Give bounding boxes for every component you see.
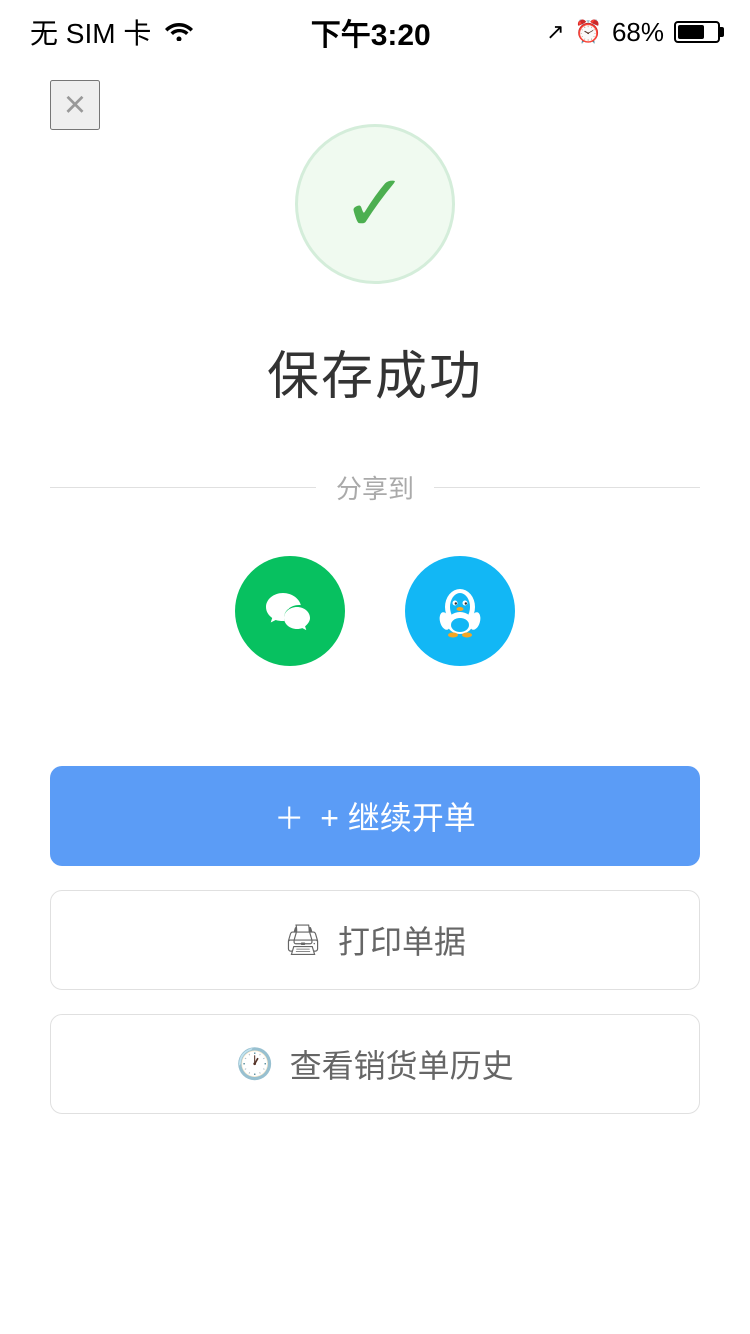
status-left: 无 SIM 卡	[30, 12, 195, 52]
share-qq-button[interactable]	[405, 556, 515, 666]
battery-icon	[674, 21, 720, 43]
success-circle: ✓	[295, 124, 455, 284]
wifi-icon	[163, 16, 195, 48]
continue-order-button[interactable]: ＋ + 继续开单	[50, 766, 700, 866]
qq-icon	[428, 579, 492, 643]
share-wechat-button[interactable]	[235, 556, 345, 666]
divider-left	[50, 487, 316, 488]
location-icon: ↗	[546, 19, 564, 45]
success-title: 保存成功	[267, 334, 483, 409]
battery-percent: 68%	[612, 17, 664, 48]
share-section: 分享到	[0, 469, 750, 676]
close-icon: ×	[64, 86, 86, 124]
share-label: 分享到	[336, 469, 414, 506]
printer-icon: 🖨	[284, 923, 322, 958]
actions-section: ＋ + 继续开单 🖨 打印单据 🕐 查看销货单历史	[0, 766, 750, 1114]
divider-right	[434, 487, 700, 488]
continue-order-label: + 继续开单	[320, 793, 476, 839]
clock-icon: 🕐	[236, 1047, 273, 1082]
wechat-icon	[260, 581, 320, 641]
checkmark-icon: ✓	[341, 164, 408, 244]
history-label: 查看销货单历史	[290, 1041, 514, 1087]
alarm-icon: ⏰	[575, 19, 602, 45]
share-divider: 分享到	[50, 469, 700, 506]
share-icons-row	[50, 556, 700, 666]
no-sim-label: 无 SIM 卡	[30, 12, 151, 52]
print-label: 打印单据	[338, 917, 466, 963]
history-button[interactable]: 🕐 查看销货单历史	[50, 1014, 700, 1114]
plus-icon: ＋	[274, 794, 304, 838]
main-content: ✓ 保存成功 分享到	[0, 64, 750, 1114]
close-button[interactable]: ×	[50, 80, 100, 130]
print-button[interactable]: 🖨 打印单据	[50, 890, 700, 990]
status-time: 下午3:20	[311, 10, 431, 54]
status-right: ↗ ⏰ 68%	[546, 17, 720, 48]
status-bar: 无 SIM 卡 下午3:20 ↗ ⏰ 68%	[0, 0, 750, 64]
